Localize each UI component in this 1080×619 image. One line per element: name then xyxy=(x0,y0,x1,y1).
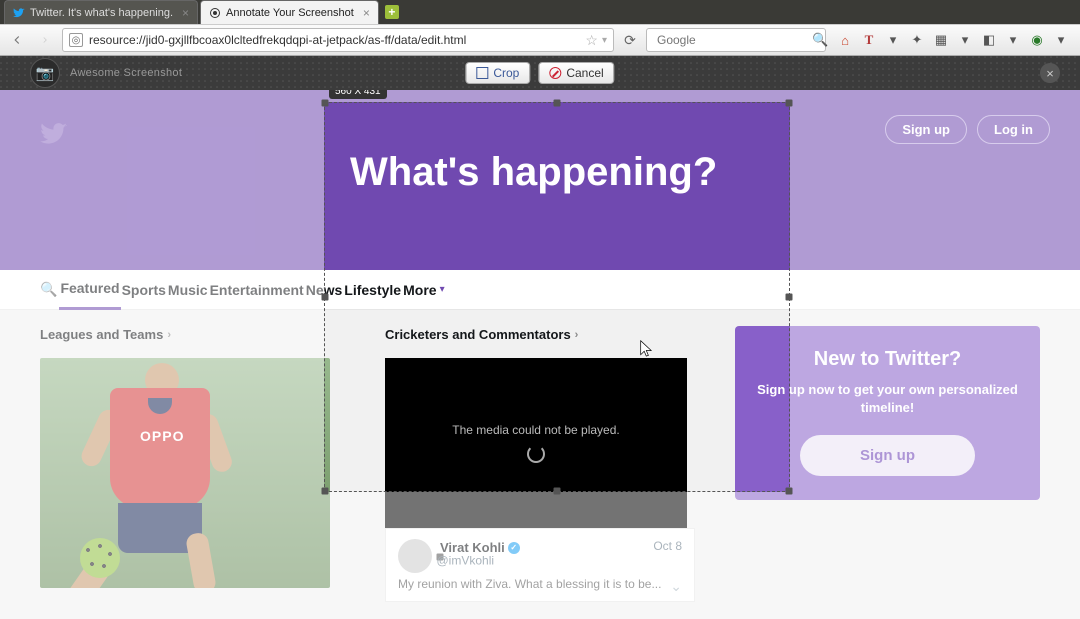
right-column: New to Twitter? Sign up now to get your … xyxy=(735,326,1040,500)
category-nav: 🔍 Featured Sports Music Entertainment Ne… xyxy=(0,270,1080,310)
media-player[interactable]: The media could not be played. xyxy=(385,358,687,528)
nav-lifestyle[interactable]: Lifestyle xyxy=(343,271,402,309)
browser-search-box[interactable]: G 🔍 xyxy=(646,28,826,52)
tab-title: Annotate Your Screenshot xyxy=(226,7,354,19)
verified-badge-icon: ✓ xyxy=(508,542,520,554)
new-tab-button[interactable]: + xyxy=(381,0,403,24)
chevron-down-icon[interactable]: ⌄ xyxy=(670,578,682,595)
tweet-card[interactable]: Virat Kohli ✓ @imVkohli Oct 8 ⌄ My reuni… xyxy=(385,528,695,602)
loading-icon xyxy=(527,445,545,463)
promo-body: Sign up now to get your own personalized… xyxy=(755,381,1020,417)
forward-button[interactable] xyxy=(34,29,56,51)
page-viewport: Sign up Log in What's happening? 🔍 Featu… xyxy=(0,90,1080,619)
back-button[interactable] xyxy=(6,29,28,51)
browser-tabstrip: Twitter. It's what's happening. × Annota… xyxy=(0,0,1080,24)
nav-music[interactable]: Music xyxy=(167,271,209,309)
tweet-body: My reunion with Ziva. What a blessing it… xyxy=(398,573,682,591)
tweet-author-handle[interactable]: @imVkohli xyxy=(437,554,444,561)
identity-icon[interactable]: ◎ xyxy=(69,33,83,47)
chevron-right-icon: › xyxy=(167,329,171,341)
close-icon[interactable]: × xyxy=(363,6,370,20)
search-icon[interactable]: 🔍 xyxy=(812,32,828,48)
browser-tab-2[interactable]: Annotate Your Screenshot × xyxy=(200,0,379,24)
promo-title: New to Twitter? xyxy=(755,348,1020,371)
heading-text: Leagues and Teams xyxy=(40,327,163,342)
bookmark-star-icon[interactable]: ☆ xyxy=(585,32,598,49)
chevron-right-icon: › xyxy=(575,329,579,341)
log-in-button[interactable]: Log in xyxy=(977,115,1050,144)
tweet-date: Oct 8 xyxy=(653,539,682,553)
crop-button[interactable]: Crop xyxy=(465,62,530,84)
heading-text: Cricketers and Commentators xyxy=(385,327,571,342)
middle-column: Cricketers and Commentators › The media … xyxy=(385,326,695,602)
twitter-icon xyxy=(13,7,25,19)
chevron-down-icon[interactable]: ▾ xyxy=(440,284,445,295)
signup-promo: New to Twitter? Sign up now to get your … xyxy=(735,326,1040,500)
content-area: Leagues and Teams › OPPO Cricketers and … xyxy=(0,310,1080,619)
left-column-heading[interactable]: Leagues and Teams › xyxy=(40,327,171,342)
hero-headline: What's happening? xyxy=(350,150,717,195)
plus-icon: + xyxy=(385,5,399,19)
screenshot-toolbar: 📷 Awesome Screenshot Crop Cancel × xyxy=(0,56,1080,90)
text-tool-icon[interactable]: T xyxy=(860,31,878,49)
cancel-icon xyxy=(549,67,561,79)
nav-more[interactable]: More xyxy=(402,271,437,309)
nav-entertainment[interactable]: Entertainment xyxy=(209,271,305,309)
toolbar-icons: ⌂ T ▾ ✦ ▦ ▾ ◧ ▾ ◉ ▾ xyxy=(832,31,1074,49)
crop-label: Crop xyxy=(493,66,519,80)
target-icon xyxy=(209,7,221,19)
browser-search-input[interactable] xyxy=(657,33,812,47)
crop-icon[interactable]: ◧ xyxy=(980,31,998,49)
tab-title: Twitter. It's what's happening. xyxy=(30,7,173,19)
dropdown-icon[interactable]: ▾ xyxy=(1052,31,1070,49)
home-icon[interactable]: ⌂ xyxy=(836,31,854,49)
cancel-button[interactable]: Cancel xyxy=(538,62,614,84)
nav-featured[interactable]: Featured xyxy=(59,269,120,310)
promo-signup-button[interactable]: Sign up xyxy=(800,435,975,476)
search-icon[interactable]: 🔍 xyxy=(40,281,57,298)
dropdown-icon[interactable]: ▾ xyxy=(602,35,607,46)
left-column: Leagues and Teams › OPPO xyxy=(40,326,330,588)
dropdown-icon[interactable]: ▾ xyxy=(884,31,902,49)
screenshot-brand: Awesome Screenshot xyxy=(70,67,182,79)
cancel-label: Cancel xyxy=(566,66,603,80)
media-error-text: The media could not be played. xyxy=(452,423,619,437)
close-button[interactable]: × xyxy=(1040,63,1060,83)
browser-tab-1[interactable]: Twitter. It's what's happening. × xyxy=(4,0,198,24)
crop-icon xyxy=(476,67,488,79)
url-bar[interactable]: ◎ ☆ ▾ xyxy=(62,28,614,52)
twitter-logo-icon[interactable] xyxy=(40,120,68,148)
sports-image[interactable]: OPPO xyxy=(40,358,330,588)
nav-sports[interactable]: Sports xyxy=(121,271,167,309)
browser-nav-row: ◎ ☆ ▾ ⟳ G 🔍 ⌂ T ▾ ✦ ▦ ▾ ◧ ▾ ◉ ▾ xyxy=(0,24,1080,56)
avatar[interactable] xyxy=(398,539,432,573)
reload-button[interactable]: ⟳ xyxy=(620,32,640,49)
close-icon[interactable]: × xyxy=(182,6,189,20)
sign-up-button[interactable]: Sign up xyxy=(885,115,967,144)
camera-icon[interactable]: 📷 xyxy=(30,58,60,88)
url-input[interactable] xyxy=(89,33,585,47)
dropdown-icon[interactable]: ▾ xyxy=(1004,31,1022,49)
lens-icon[interactable]: ◉ xyxy=(1028,31,1046,49)
twitter-hero: Sign up Log in What's happening? xyxy=(0,90,1080,270)
nav-news[interactable]: News xyxy=(305,271,344,309)
grid-icon[interactable]: ▦ xyxy=(932,31,950,49)
football-icon xyxy=(80,538,120,578)
dropdown-icon[interactable]: ▾ xyxy=(956,31,974,49)
spark-icon[interactable]: ✦ xyxy=(908,31,926,49)
middle-column-heading[interactable]: Cricketers and Commentators › xyxy=(385,327,578,342)
jersey-text: OPPO xyxy=(140,428,184,444)
